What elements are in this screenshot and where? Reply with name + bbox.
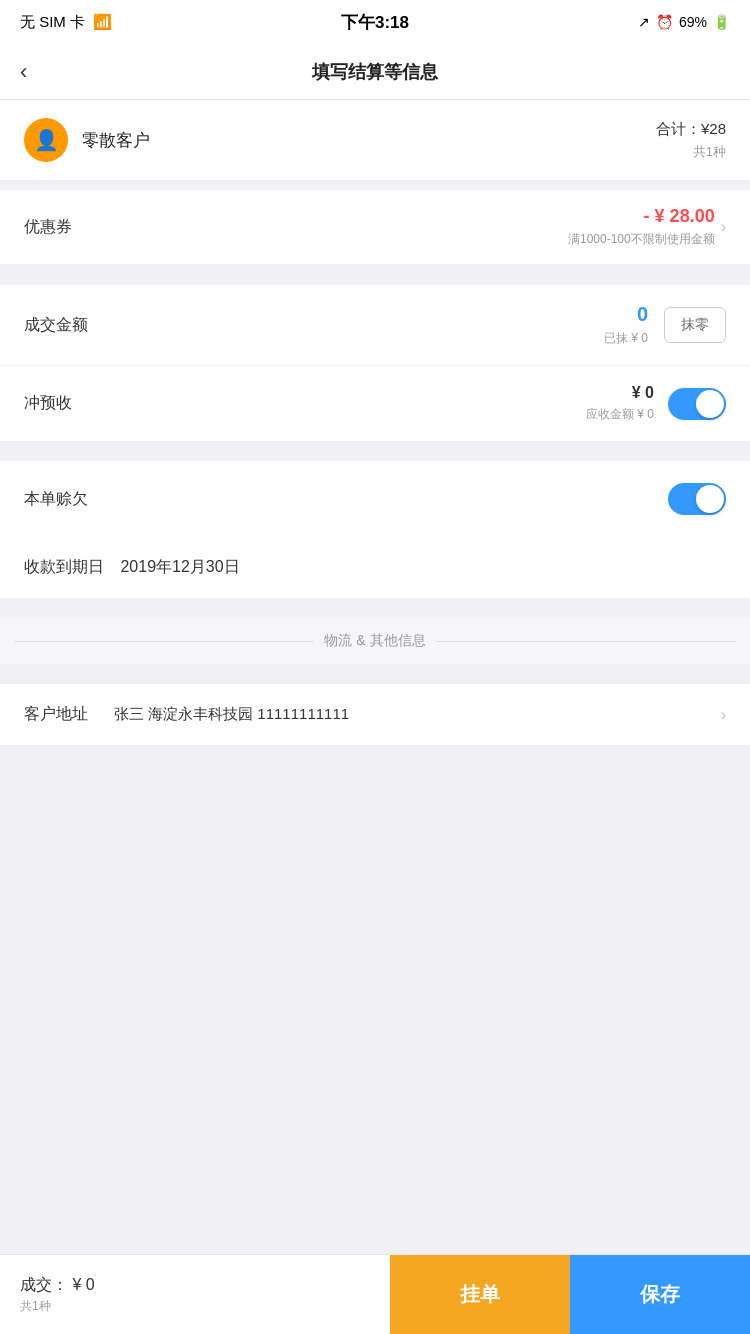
logistics-section: 物流 & 其他信息 [0, 618, 750, 664]
customer-row: 👤 零散客户 合计：¥28 共1种 [0, 100, 750, 180]
address-section: 客户地址 张三 海淀永丰科技园 11111111111 › [0, 684, 750, 745]
page-title: 填写结算等信息 [312, 60, 438, 84]
bottom-summary: 成交： ¥ 0 共1种 [0, 1275, 390, 1315]
round-zero-button[interactable]: 抹零 [664, 307, 726, 343]
transaction-amount-value[interactable]: 0 [604, 303, 648, 326]
alarm-icon: ⏰ [656, 14, 673, 30]
back-button[interactable]: ‹ [20, 59, 27, 85]
debt-label: 本单赊欠 [24, 489, 88, 510]
divider-1 [0, 275, 750, 285]
battery-text: 69% [679, 14, 707, 30]
transaction-amount-label: 成交金额 [24, 315, 88, 336]
precollect-value: ¥ 0 [586, 384, 654, 402]
debt-toggle-knob [696, 485, 724, 513]
customer-section: 👤 零散客户 合计：¥28 共1种 [0, 100, 750, 180]
date-value[interactable]: 2019年12月30日 [120, 558, 239, 575]
battery-icon: 🔋 [713, 14, 730, 30]
customer-total: 合计：¥28 [656, 120, 726, 139]
customer-total-area: 合计：¥28 共1种 [656, 120, 726, 161]
nav-bar: ‹ 填写结算等信息 [0, 44, 750, 100]
toggle-knob [696, 390, 724, 418]
status-time: 下午3:18 [341, 11, 409, 34]
logistics-header: 物流 & 其他信息 [0, 618, 750, 664]
logistics-line-left [14, 641, 314, 642]
amount-section: 成交金额 0 已抹 ¥ 0 抹零 冲预收 ¥ 0 应收金额 ¥ 0 [0, 285, 750, 441]
coupon-detail: - ¥ 28.00 满1000-100不限制使用金额 [568, 206, 715, 248]
location-icon: ↗ [638, 14, 650, 30]
wifi-icon: 📶 [93, 13, 112, 31]
debt-section: 本单赊欠 收款到期日 2019年12月30日 [0, 461, 750, 598]
customer-info: 👤 零散客户 [24, 118, 150, 162]
coupon-amount: - ¥ 28.00 [568, 206, 715, 227]
transaction-amount-right: 0 已抹 ¥ 0 [604, 303, 648, 347]
coupon-right: - ¥ 28.00 满1000-100不限制使用金额 › [568, 206, 726, 248]
divider-4 [0, 674, 750, 684]
coupon-desc: 满1000-100不限制使用金额 [568, 231, 715, 248]
bottom-count-label: 共1种 [20, 1298, 370, 1315]
coupon-label: 优惠券 [24, 217, 72, 238]
avatar: 👤 [24, 118, 68, 162]
pre-collect-row: 冲预收 ¥ 0 应收金额 ¥ 0 [0, 366, 750, 441]
divider-2 [0, 451, 750, 461]
address-label: 客户地址 [24, 704, 104, 725]
address-value: 张三 海淀永丰科技园 11111111111 [114, 705, 721, 724]
date-row: 收款到期日 2019年12月30日 [0, 537, 750, 598]
status-right: ↗ ⏰ 69% 🔋 [638, 14, 730, 30]
coupon-row[interactable]: 优惠券 - ¥ 28.00 满1000-100不限制使用金额 › [0, 190, 750, 265]
precollect-toggle[interactable] [668, 388, 726, 420]
pending-button[interactable]: 挂单 [390, 1255, 570, 1335]
divider-3 [0, 608, 750, 618]
customer-name: 零散客户 [82, 129, 150, 152]
save-button[interactable]: 保存 [570, 1255, 750, 1335]
bottom-bar: 成交： ¥ 0 共1种 挂单 保存 [0, 1254, 750, 1334]
transaction-amount-row: 成交金额 0 已抹 ¥ 0 抹零 [0, 285, 750, 366]
avatar-icon: 👤 [34, 128, 59, 152]
precollect-right: ¥ 0 应收金额 ¥ 0 [586, 384, 726, 423]
precollect-amounts: ¥ 0 应收金额 ¥ 0 [586, 384, 654, 423]
precollect-label: 冲预收 [24, 393, 72, 414]
chevron-right-icon-2: › [721, 706, 726, 724]
logistics-line-right [436, 641, 736, 642]
chevron-right-icon: › [721, 218, 726, 236]
coupon-section: 优惠券 - ¥ 28.00 满1000-100不限制使用金额 › [0, 190, 750, 265]
precollect-sub: 应收金额 ¥ 0 [586, 406, 654, 423]
date-label: 收款到期日 [24, 558, 104, 575]
status-bar: 无 SIM 卡 📶 下午3:18 ↗ ⏰ 69% 🔋 [0, 0, 750, 44]
debt-row: 本单赊欠 [0, 461, 750, 537]
no-sim-text: 无 SIM 卡 [20, 13, 85, 32]
status-left: 无 SIM 卡 📶 [20, 13, 112, 32]
address-chevron: › [721, 706, 726, 724]
transaction-amount-sub: 已抹 ¥ 0 [604, 330, 648, 347]
address-row[interactable]: 客户地址 张三 海淀永丰科技园 11111111111 › [0, 684, 750, 745]
debt-toggle[interactable] [668, 483, 726, 515]
customer-count: 共1种 [656, 143, 726, 161]
bottom-spacer [0, 755, 750, 845]
logistics-label: 物流 & 其他信息 [324, 632, 425, 650]
bottom-deal-label: 成交： ¥ 0 [20, 1275, 370, 1296]
